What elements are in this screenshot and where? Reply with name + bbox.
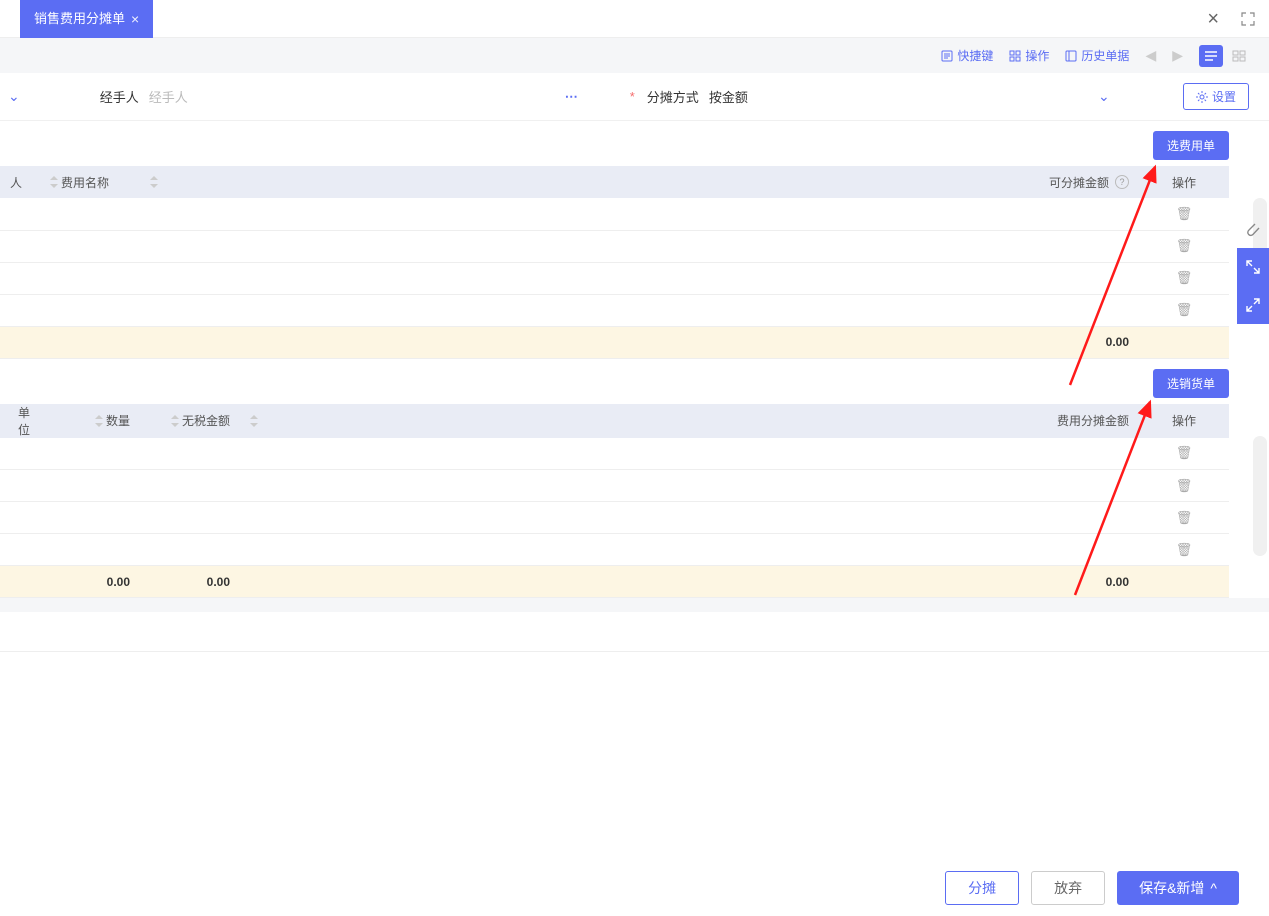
view-list-button[interactable] <box>1199 45 1223 67</box>
sum-notax: 0.00 <box>140 566 240 598</box>
history-label: 历史单据 <box>1081 47 1129 64</box>
col-op2: 操作 <box>1139 404 1229 438</box>
shortcut-label: 快捷键 <box>957 47 993 64</box>
tab-sales-fee-allocation[interactable]: 销售费用分摊单 × <box>20 0 153 38</box>
sort-icon[interactable] <box>150 176 158 188</box>
table-row[interactable]: 🗑 <box>0 438 1229 470</box>
delete-icon[interactable]: 🗑 <box>1176 206 1193 221</box>
shortcut-link[interactable]: 快捷键 <box>941 47 993 64</box>
expand-alt-icon[interactable] <box>1237 286 1269 324</box>
sort-icon[interactable] <box>250 415 258 427</box>
delete-icon[interactable]: 🗑 <box>1176 542 1193 557</box>
view-grid-button[interactable] <box>1227 45 1251 67</box>
scrollbar[interactable] <box>1253 436 1267 556</box>
allocation-label: 分摊方式 <box>647 87 699 106</box>
table-row[interactable]: 🗑 <box>0 294 1229 326</box>
next-record-icon[interactable]: ▶ <box>1172 47 1183 64</box>
handler-lookup-icon[interactable]: ⋯ <box>565 89 580 105</box>
table-row[interactable]: 🗑 <box>0 534 1229 566</box>
table-row[interactable]: 🗑 <box>0 198 1229 230</box>
sum-allocatable: 0.00 <box>1029 326 1139 358</box>
table-sum-row: 0.000.000.00 <box>0 566 1229 598</box>
col-qty: 数量 <box>106 412 130 429</box>
table-row[interactable]: 🗑 <box>0 502 1229 534</box>
prev-record-icon[interactable]: ◀ <box>1145 47 1156 64</box>
history-link[interactable]: 历史单据 <box>1065 47 1129 64</box>
save-new-label: 保存&新增 <box>1139 878 1204 898</box>
settings-button[interactable]: 设置 <box>1183 83 1249 110</box>
delete-icon[interactable]: 🗑 <box>1176 445 1193 460</box>
help-icon[interactable]: ? <box>1115 175 1129 189</box>
discard-button[interactable]: 放弃 <box>1031 871 1105 905</box>
table-sum-row: 0.00 <box>0 326 1229 358</box>
chevron-down-icon[interactable]: ⌄ <box>1098 88 1110 105</box>
delete-icon[interactable]: 🗑 <box>1176 270 1193 285</box>
col-person: 人 <box>10 174 22 191</box>
col-fee-name: 费用名称 <box>61 174 109 191</box>
fullscreen-icon[interactable] <box>1241 0 1255 38</box>
close-icon[interactable]: × <box>131 0 139 38</box>
expand-icon[interactable] <box>1237 248 1269 286</box>
sort-icon[interactable] <box>50 176 58 188</box>
delete-icon[interactable]: 🗑 <box>1176 478 1193 493</box>
table-row[interactable]: 🗑 <box>0 262 1229 294</box>
col-allocatable: 可分摊金额 <box>1049 174 1109 191</box>
save-new-button[interactable]: 保存&新增 ^ <box>1117 871 1239 905</box>
chevron-down-icon[interactable]: ⌄ <box>8 88 20 105</box>
operate-link[interactable]: 操作 <box>1009 47 1049 64</box>
select-fee-bill-button[interactable]: 选费用单 <box>1153 131 1229 160</box>
col-unit: 单位 <box>10 404 30 438</box>
sum-qty: 0.00 <box>40 566 140 598</box>
table-row[interactable]: 🗑 <box>0 230 1229 262</box>
handler-label: 经手人 <box>100 87 139 106</box>
sort-icon[interactable] <box>95 415 103 427</box>
col-fee-alloc: 费用分摊金额 <box>1057 412 1129 429</box>
sort-icon[interactable] <box>171 415 179 427</box>
attachment-icon[interactable] <box>1237 210 1269 248</box>
delete-icon[interactable]: 🗑 <box>1176 510 1193 525</box>
table-row[interactable]: 🗑 <box>0 470 1229 502</box>
col-notax: 无税金额 <box>182 412 230 429</box>
select-sales-bill-button[interactable]: 选销货单 <box>1153 369 1229 398</box>
chevron-up-icon: ^ <box>1210 880 1217 896</box>
settings-label: 设置 <box>1212 88 1236 105</box>
tab-title: 销售费用分摊单 <box>34 0 125 38</box>
delete-icon[interactable]: 🗑 <box>1176 238 1193 253</box>
allocation-select[interactable]: 按金额 <box>709 87 1088 106</box>
operate-label: 操作 <box>1025 47 1049 64</box>
allocate-button[interactable]: 分摊 <box>945 871 1019 905</box>
page-close-button[interactable]: × <box>1207 0 1219 38</box>
col-op: 操作 <box>1139 166 1229 198</box>
handler-input[interactable]: 经手人 <box>149 87 555 106</box>
required-mark: * <box>630 89 635 104</box>
sum-fee: 0.00 <box>1029 566 1139 598</box>
delete-icon[interactable]: 🗑 <box>1176 302 1193 317</box>
